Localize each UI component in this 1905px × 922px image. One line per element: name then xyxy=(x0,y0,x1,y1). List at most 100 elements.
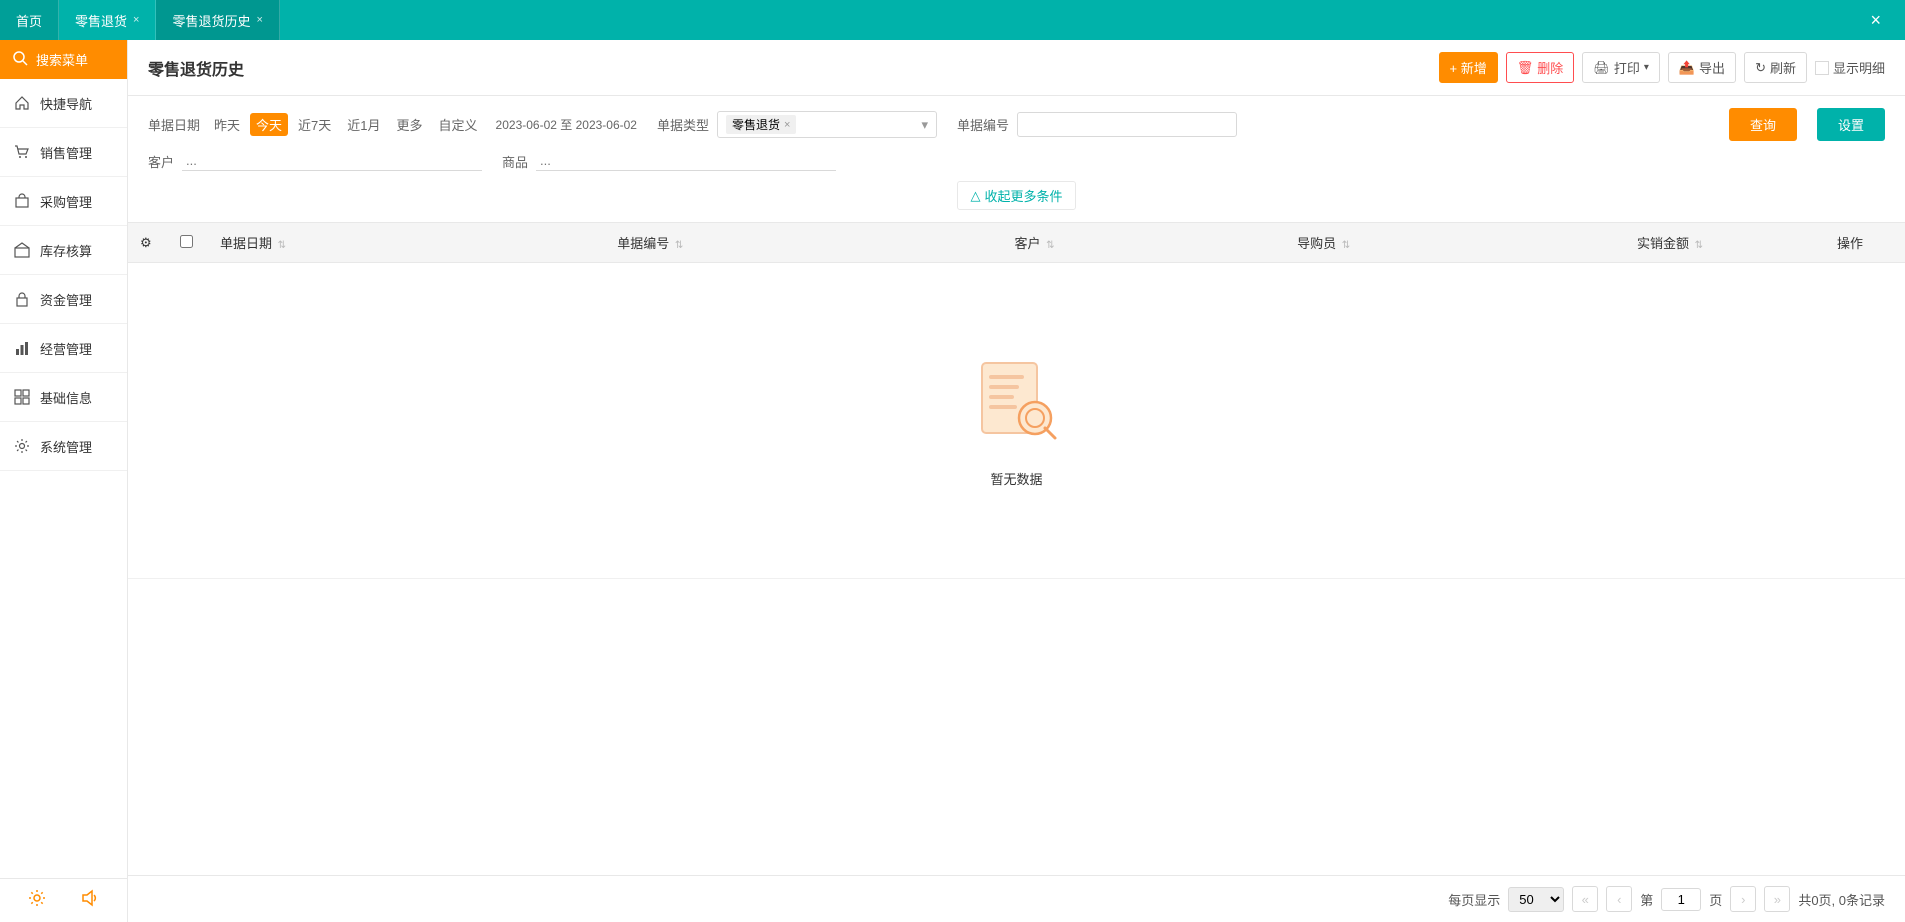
date-filter-label: 单据日期 xyxy=(148,115,200,134)
col-amount[interactable]: 实销金额 ⇅ xyxy=(1625,223,1825,263)
col-settings: ⚙ xyxy=(128,223,168,263)
date-range-display: 2023-06-02 至 2023-06-02 xyxy=(496,116,637,133)
sidebar-item-system[interactable]: 系统管理 xyxy=(0,422,127,471)
filter-area: 单据日期 昨天 今天 近7天 近1月 更多 自定义 2023-06-02 至 2… xyxy=(128,96,1905,223)
date-btn-more[interactable]: 更多 xyxy=(391,113,429,136)
new-button[interactable]: + 新增 xyxy=(1439,52,1498,83)
doc-no-input[interactable] xyxy=(1017,112,1237,137)
prev-page-button[interactable]: ‹ xyxy=(1606,886,1632,912)
display-detail-toggle[interactable]: 显示明细 xyxy=(1815,58,1885,77)
sidebar-item-quick-nav-label: 快捷导航 xyxy=(40,94,92,113)
col-doc-date-label: 单据日期 xyxy=(220,236,272,251)
date-btn-1month[interactable]: 近1月 xyxy=(341,113,386,136)
sidebar-item-operation[interactable]: 经营管理 xyxy=(0,324,127,373)
query-button[interactable]: 查询 xyxy=(1729,108,1797,141)
sidebar-item-basic[interactable]: 基础信息 xyxy=(0,373,127,422)
date-btn-custom[interactable]: 自定义 xyxy=(433,113,484,136)
date-btn-yesterday[interactable]: 昨天 xyxy=(208,113,246,136)
box-icon xyxy=(12,191,32,211)
tab-retail-return-history[interactable]: 零售退货历史 × xyxy=(156,0,279,40)
collapse-filter-label: 收起更多条件 xyxy=(984,186,1062,205)
sidebar-item-purchase[interactable]: 采购管理 xyxy=(0,177,127,226)
table-settings-icon[interactable]: ⚙ xyxy=(140,235,152,250)
col-doc-date[interactable]: 单据日期 ⇅ xyxy=(208,223,605,263)
date-btn-7days[interactable]: 近7天 xyxy=(292,113,337,136)
settings-button[interactable]: 设置 xyxy=(1817,108,1885,141)
page-number-input[interactable] xyxy=(1661,888,1701,911)
date-btn-today[interactable]: 今天 xyxy=(250,113,288,136)
page-size-select[interactable]: 10 20 50 100 xyxy=(1508,887,1564,912)
col-doc-date-sort-icon: ⇅ xyxy=(278,240,286,251)
volume-button[interactable] xyxy=(81,889,99,912)
refresh-button[interactable]: ↻ 刷新 xyxy=(1744,52,1807,83)
sidebar-item-operation-label: 经营管理 xyxy=(40,339,92,358)
col-doc-no-sort-icon: ⇅ xyxy=(675,240,683,251)
window-close-button[interactable]: × xyxy=(1862,6,1889,35)
col-customer[interactable]: 客户 ⇅ xyxy=(1003,223,1286,263)
tab-retail-return-label: 零售退货 xyxy=(75,11,127,30)
col-guide[interactable]: 导购员 ⇅ xyxy=(1285,223,1625,263)
tab-retail-return-history-close[interactable]: × xyxy=(256,14,262,26)
sidebar-item-purchase-label: 采购管理 xyxy=(40,192,92,211)
table-header-row: ⚙ 单据日期 ⇅ 单据编号 ⇅ xyxy=(128,223,1905,263)
tab-retail-return[interactable]: 零售退货 × xyxy=(59,0,156,40)
display-detail-checkbox[interactable] xyxy=(1815,61,1829,75)
export-button[interactable]: 📤 导出 xyxy=(1668,52,1736,83)
sidebar-item-quick-nav[interactable]: 快捷导航 xyxy=(0,79,127,128)
col-ops-label: 操作 xyxy=(1837,236,1863,251)
grid-icon xyxy=(12,387,32,407)
sidebar-item-sales-label: 销售管理 xyxy=(40,143,92,162)
search-menu-button[interactable]: 搜索菜单 xyxy=(0,40,127,79)
page-title: 零售退货历史 xyxy=(148,56,244,80)
gear-button[interactable] xyxy=(28,889,46,912)
display-detail-label: 显示明细 xyxy=(1833,58,1885,77)
search-icon xyxy=(12,50,28,69)
doc-type-filter-item: 单据类型 零售退货 × ▾ xyxy=(657,111,937,138)
sidebar-item-finance[interactable]: 资金管理 xyxy=(0,275,127,324)
tab-home[interactable]: 首页 xyxy=(0,0,59,40)
date-filter-item: 单据日期 昨天 今天 近7天 近1月 更多 自定义 2023-06-02 至 2… xyxy=(148,113,637,136)
table-container: ⚙ 单据日期 ⇅ 单据编号 ⇅ xyxy=(128,223,1905,875)
total-records-text: 共0页, 0条记录 xyxy=(1798,890,1885,909)
search-menu-label: 搜索菜单 xyxy=(36,50,88,69)
col-doc-no[interactable]: 单据编号 ⇅ xyxy=(605,223,1002,263)
delete-button[interactable]: 🗑 删除 xyxy=(1506,52,1575,83)
doc-type-tag-remove[interactable]: × xyxy=(784,119,790,131)
sidebar-item-inventory[interactable]: 库存核算 xyxy=(0,226,127,275)
last-page-button[interactable]: » xyxy=(1764,886,1790,912)
goods-input[interactable] xyxy=(536,151,836,171)
col-ops: 操作 xyxy=(1825,223,1905,263)
filter-row-2: 客户 商品 xyxy=(148,151,1885,171)
print-icon: 🖨 xyxy=(1593,60,1610,76)
doc-type-select[interactable]: 零售退货 × ▾ xyxy=(717,111,937,138)
doc-type-select-arrow-icon: ▾ xyxy=(921,117,928,133)
page-header: 零售退货历史 + 新增 🗑 删除 🖨 打印 ▾ 📤 导出 ↻ xyxy=(128,40,1905,96)
refresh-icon: ↻ xyxy=(1755,60,1766,76)
next-page-button[interactable]: › xyxy=(1730,886,1756,912)
collapse-filter-button[interactable]: △ 收起更多条件 xyxy=(957,181,1075,210)
page-size-label: 每页显示 xyxy=(1448,890,1500,909)
empty-state: 暂无数据 xyxy=(140,273,1893,568)
sidebar: 搜索菜单 快捷导航 销售管理 采购管理 库存核算 xyxy=(0,40,128,922)
content-area: 零售退货历史 + 新增 🗑 删除 🖨 打印 ▾ 📤 导出 ↻ xyxy=(128,40,1905,922)
tab-retail-return-close[interactable]: × xyxy=(133,14,139,26)
col-doc-no-label: 单据编号 xyxy=(617,236,669,251)
sidebar-item-finance-label: 资金管理 xyxy=(40,290,92,309)
print-button[interactable]: 🖨 打印 ▾ xyxy=(1582,52,1660,83)
delete-label: 删除 xyxy=(1537,58,1563,77)
first-page-button[interactable]: « xyxy=(1572,886,1598,912)
customer-input[interactable] xyxy=(182,151,482,171)
sidebar-item-sales[interactable]: 销售管理 xyxy=(0,128,127,177)
collapse-up-icon: △ xyxy=(970,188,980,204)
sidebar-item-inventory-label: 库存核算 xyxy=(40,241,92,260)
data-table: ⚙ 单据日期 ⇅ 单据编号 ⇅ xyxy=(128,223,1905,579)
header-actions: + 新增 🗑 删除 🖨 打印 ▾ 📤 导出 ↻ 刷新 xyxy=(1439,52,1885,83)
tab-home-label: 首页 xyxy=(16,11,42,30)
sidebar-bottom xyxy=(0,878,127,922)
select-all-checkbox[interactable] xyxy=(180,235,193,248)
col-guide-sort-icon: ⇅ xyxy=(1342,240,1350,251)
col-guide-label: 导购员 xyxy=(1297,236,1336,251)
refresh-label: 刷新 xyxy=(1770,58,1796,77)
doc-type-label: 单据类型 xyxy=(657,115,709,134)
page-label: 第 xyxy=(1640,890,1653,909)
